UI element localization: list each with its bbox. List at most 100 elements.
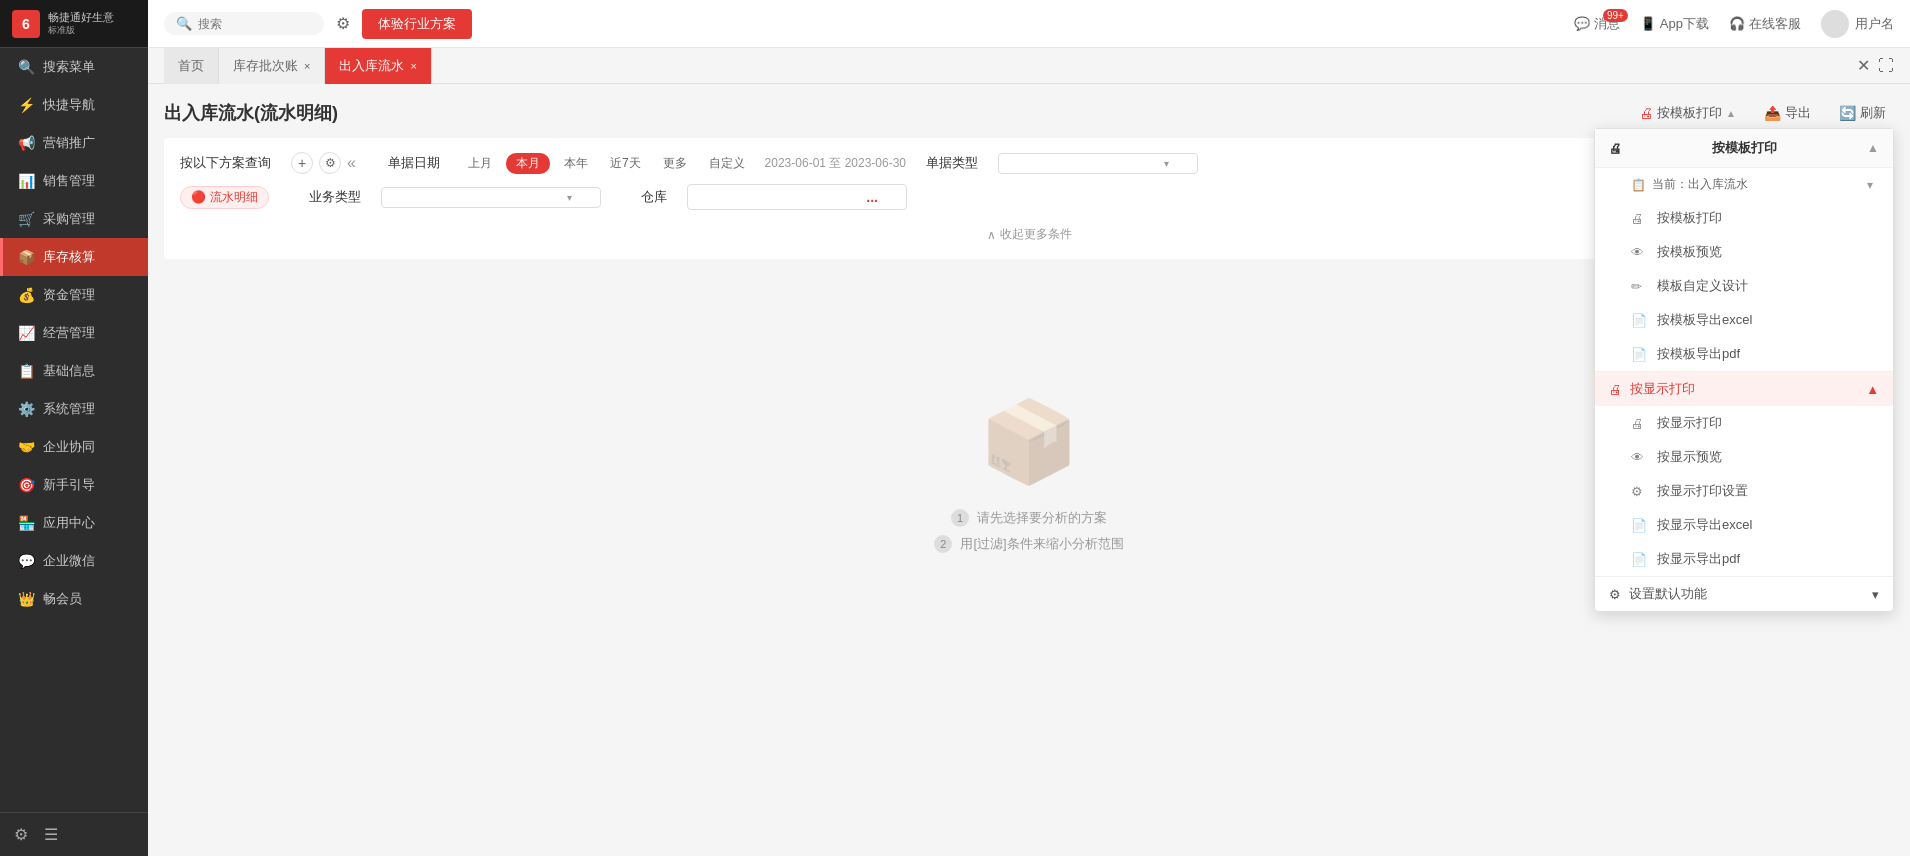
- date-filter: 上月 本月 本年 近7天 更多 自定义 2023-06-01 至 2023-06…: [460, 153, 906, 174]
- warehouse-select[interactable]: ...: [687, 184, 907, 210]
- display-export-pdf-item[interactable]: 📄 按显示导出pdf: [1595, 542, 1893, 576]
- sidebar-item-operation[interactable]: 📈 经营管理: [0, 314, 148, 352]
- date-range-display: 2023-06-01 至 2023-06-30: [765, 155, 906, 172]
- notification-icon: 💬: [1574, 16, 1590, 31]
- tab-flow[interactable]: 出入库流水 ×: [325, 48, 431, 84]
- sidebar-item-label-quicknav: 快捷导航: [43, 96, 95, 114]
- display-preview-item[interactable]: 👁 按显示预览: [1595, 440, 1893, 474]
- template-export-pdf-item[interactable]: 📄 按模板导出pdf: [1595, 337, 1893, 371]
- tab-batch-label: 库存批次账: [233, 57, 298, 75]
- sidebar-item-search[interactable]: 🔍 搜索菜单: [0, 48, 148, 86]
- logo-icon: 6: [12, 10, 40, 38]
- sidebar-item-label-collab: 企业协同: [43, 438, 95, 456]
- sidebar-item-appstore[interactable]: 🏪 应用中心: [0, 504, 148, 542]
- dropdown-bottom-label: 设置默认功能: [1629, 585, 1707, 603]
- date-7days-btn[interactable]: 近7天: [602, 153, 649, 174]
- tab-close-all[interactable]: ✕: [1857, 56, 1870, 75]
- sidebar-item-marketing[interactable]: 📢 营销推广: [0, 124, 148, 162]
- customer-service-icon: 🎧: [1729, 16, 1745, 31]
- current-item-arrow: ▾: [1867, 178, 1873, 192]
- wechat-icon: 💬: [17, 553, 35, 569]
- search-icon: 🔍: [176, 16, 192, 31]
- template-export-excel-label: 按模板导出excel: [1657, 311, 1752, 329]
- filter-settings-btn[interactable]: ⚙: [319, 152, 341, 174]
- print-dropdown-arrow[interactable]: ▲: [1726, 108, 1736, 119]
- display-print-item[interactable]: 🖨 按显示打印: [1595, 406, 1893, 440]
- tab-expand[interactable]: ⛶: [1878, 56, 1894, 75]
- date-custom-btn[interactable]: 自定义: [701, 153, 753, 174]
- dropdown-header: 🖨 按模板打印 ▲: [1595, 129, 1893, 168]
- date-label: 单据日期: [388, 154, 440, 172]
- topbar: 🔍 ⚙ 体验行业方案 💬 消息 99+ 📱 App下载 🎧 在线客服 用户名: [148, 0, 1910, 48]
- display-section-header[interactable]: 🖨 按显示打印 ▲: [1595, 372, 1893, 406]
- sidebar-item-system[interactable]: ⚙️ 系统管理: [0, 390, 148, 428]
- tab-home[interactable]: 首页: [164, 48, 219, 84]
- display-settings-item[interactable]: ⚙ 按显示打印设置: [1595, 474, 1893, 508]
- empty-hint-2: 2 用[过滤]条件来缩小分析范围: [934, 535, 1123, 553]
- template-export-excel-item[interactable]: 📄 按模板导出excel: [1595, 303, 1893, 337]
- refresh-btn[interactable]: 🔄 刷新: [1831, 100, 1894, 126]
- system-icon: ⚙️: [17, 401, 35, 417]
- search-input[interactable]: [198, 17, 298, 31]
- industry-btn[interactable]: 体验行业方案: [362, 9, 472, 39]
- sidebar-item-member[interactable]: 👑 畅会员: [0, 580, 148, 618]
- template-design-icon: ✏: [1631, 279, 1647, 294]
- app-download-btn[interactable]: 📱 App下载: [1640, 15, 1709, 33]
- app-logo: 6 畅捷通好生意 标准版: [0, 0, 148, 48]
- app-badge: 标准版: [48, 24, 114, 37]
- sidebar-item-wechat[interactable]: 💬 企业微信: [0, 542, 148, 580]
- page-title: 出入库流水(流水明细): [164, 101, 338, 125]
- date-curr-month-btn[interactable]: 本月: [506, 153, 550, 174]
- sidebar-item-collab[interactable]: 🤝 企业协同: [0, 428, 148, 466]
- display-export-excel-item[interactable]: 📄 按显示导出excel: [1595, 508, 1893, 542]
- filter-add-btn[interactable]: +: [291, 152, 313, 174]
- print-template-btn[interactable]: 🖨 按模板打印 ▲: [1631, 100, 1744, 126]
- filter-collapse-btn[interactable]: «: [347, 154, 356, 172]
- template-print-item[interactable]: 🖨 按模板打印: [1595, 201, 1893, 235]
- sidebar-item-guide[interactable]: 🎯 新手引导: [0, 466, 148, 504]
- sidebar-item-basic[interactable]: 📋 基础信息: [0, 352, 148, 390]
- date-prev-month-btn[interactable]: 上月: [460, 153, 500, 174]
- dropdown-current-item[interactable]: 📋 当前：出入库流水 ▾: [1595, 168, 1893, 201]
- template-design-item[interactable]: ✏ 模板自定义设计: [1595, 269, 1893, 303]
- customer-service-btn[interactable]: 🎧 在线客服: [1729, 15, 1801, 33]
- sidebar-item-finance[interactable]: 💰 资金管理: [0, 276, 148, 314]
- user-menu[interactable]: 用户名: [1821, 10, 1894, 38]
- dropdown-close-icon[interactable]: ▲: [1867, 141, 1879, 155]
- main-area: 🔍 ⚙ 体验行业方案 💬 消息 99+ 📱 App下载 🎧 在线客服 用户名: [148, 0, 1910, 856]
- template-preview-item[interactable]: 👁 按模板预览: [1595, 235, 1893, 269]
- display-settings-label: 按显示打印设置: [1657, 482, 1748, 500]
- sidebar-item-purchase[interactable]: 🛒 采购管理: [0, 200, 148, 238]
- tab-flow-close[interactable]: ×: [410, 60, 416, 72]
- doc-type-select[interactable]: ▾: [998, 153, 1198, 174]
- notification-btn[interactable]: 💬 消息 99+: [1574, 15, 1620, 33]
- dropdown-bottom[interactable]: ⚙ 设置默认功能 ▾: [1595, 576, 1893, 611]
- warehouse-more-btn[interactable]: ...: [866, 189, 878, 205]
- template-export-pdf-label: 按模板导出pdf: [1657, 345, 1740, 363]
- sidebar-item-label-member: 畅会员: [43, 590, 82, 608]
- member-icon: 👑: [17, 591, 35, 607]
- sidebar: 6 畅捷通好生意 标准版 🔍 搜索菜单 ⚡ 快捷导航 📢 营销推广 📊 销售管理…: [0, 0, 148, 856]
- tab-batch-close[interactable]: ×: [304, 60, 310, 72]
- refresh-label: 刷新: [1860, 104, 1886, 122]
- finance-icon: 💰: [17, 287, 35, 303]
- biz-type-select[interactable]: ▾: [381, 187, 601, 208]
- gear-icon[interactable]: ⚙: [336, 14, 350, 33]
- dropdown-header-icon: 🖨: [1609, 141, 1622, 156]
- sidebar-item-label-operation: 经营管理: [43, 324, 95, 342]
- tab-batch[interactable]: 库存批次账 ×: [219, 48, 325, 84]
- sidebar-item-quicknav[interactable]: ⚡ 快捷导航: [0, 86, 148, 124]
- date-more-btn[interactable]: 更多: [655, 153, 695, 174]
- date-curr-year-btn[interactable]: 本年: [556, 153, 596, 174]
- collab-icon: 🤝: [17, 439, 35, 455]
- basic-icon: 📋: [17, 363, 35, 379]
- menu-toggle-icon[interactable]: ☰: [44, 825, 58, 844]
- topbar-right: 💬 消息 99+ 📱 App下载 🎧 在线客服 用户名: [1574, 10, 1894, 38]
- settings-icon[interactable]: ⚙: [14, 825, 28, 844]
- export-btn[interactable]: 📤 导出: [1756, 100, 1819, 126]
- search-box[interactable]: 🔍: [164, 12, 324, 35]
- sidebar-item-label-guide: 新手引导: [43, 476, 95, 494]
- inventory-icon: 📦: [17, 249, 35, 265]
- sidebar-item-inventory[interactable]: 📦 库存核算: [0, 238, 148, 276]
- sidebar-item-sales[interactable]: 📊 销售管理: [0, 162, 148, 200]
